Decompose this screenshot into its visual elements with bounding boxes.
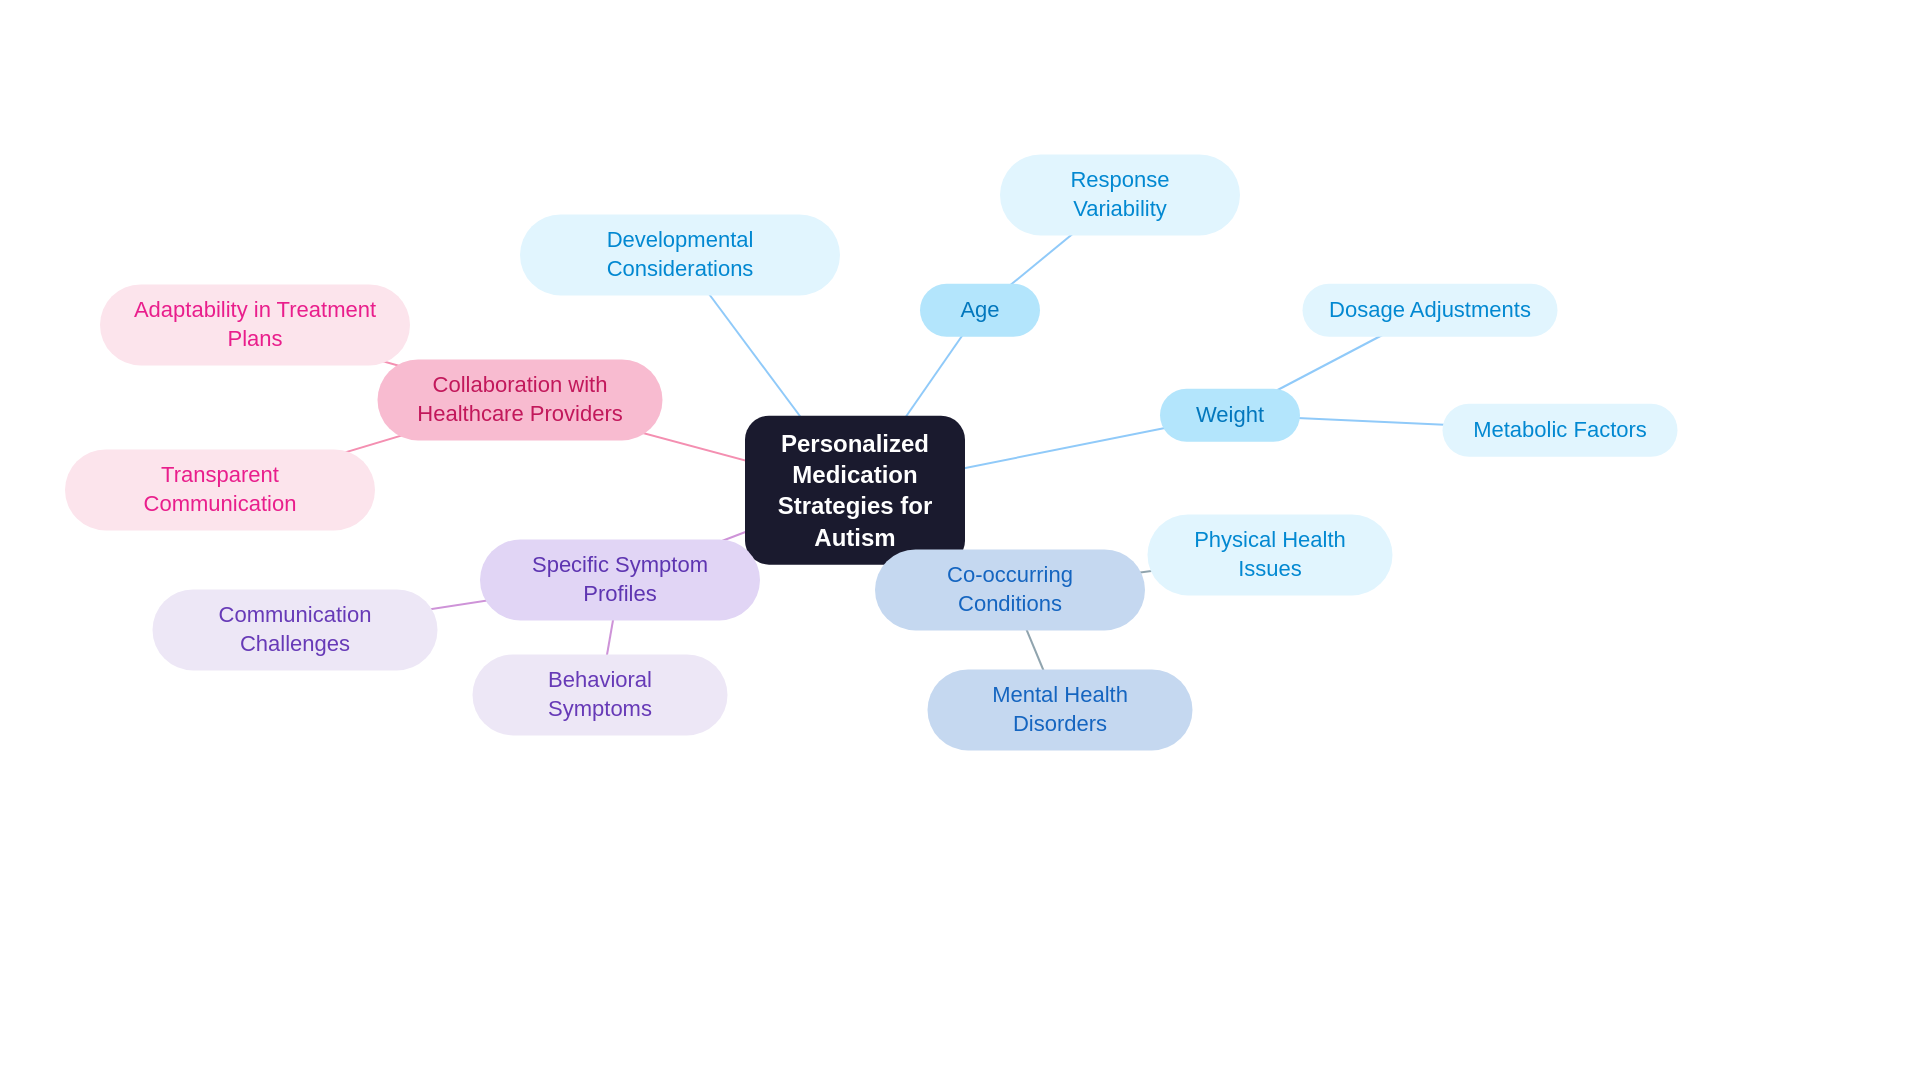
node-behavioral-symptoms: Behavioral Symptoms [473,654,728,735]
node-metabolic-factors: Metabolic Factors [1443,404,1678,457]
center-node: Personalized Medication Strategies for A… [745,416,965,565]
node-developmental-considerations: Developmental Considerations [520,214,840,295]
node-specific-symptom-profiles: Specific Symptom Profiles [480,539,760,620]
node-co-occurring-conditions: Co-occurring Conditions [875,549,1145,630]
node-dosage-adjustments: Dosage Adjustments [1303,284,1558,337]
node-communication-challenges: Communication Challenges [153,589,438,670]
node-collaboration: Collaboration with Healthcare Providers [378,359,663,440]
node-weight: Weight [1160,389,1300,442]
node-mental-health-disorders: Mental Health Disorders [928,669,1193,750]
node-response-variability: Response Variability [1000,154,1240,235]
node-physical-health-issues: Physical Health Issues [1148,514,1393,595]
node-adaptability: Adaptability in Treatment Plans [100,284,410,365]
node-age: Age [920,284,1040,337]
node-transparent-communication: Transparent Communication [65,449,375,530]
